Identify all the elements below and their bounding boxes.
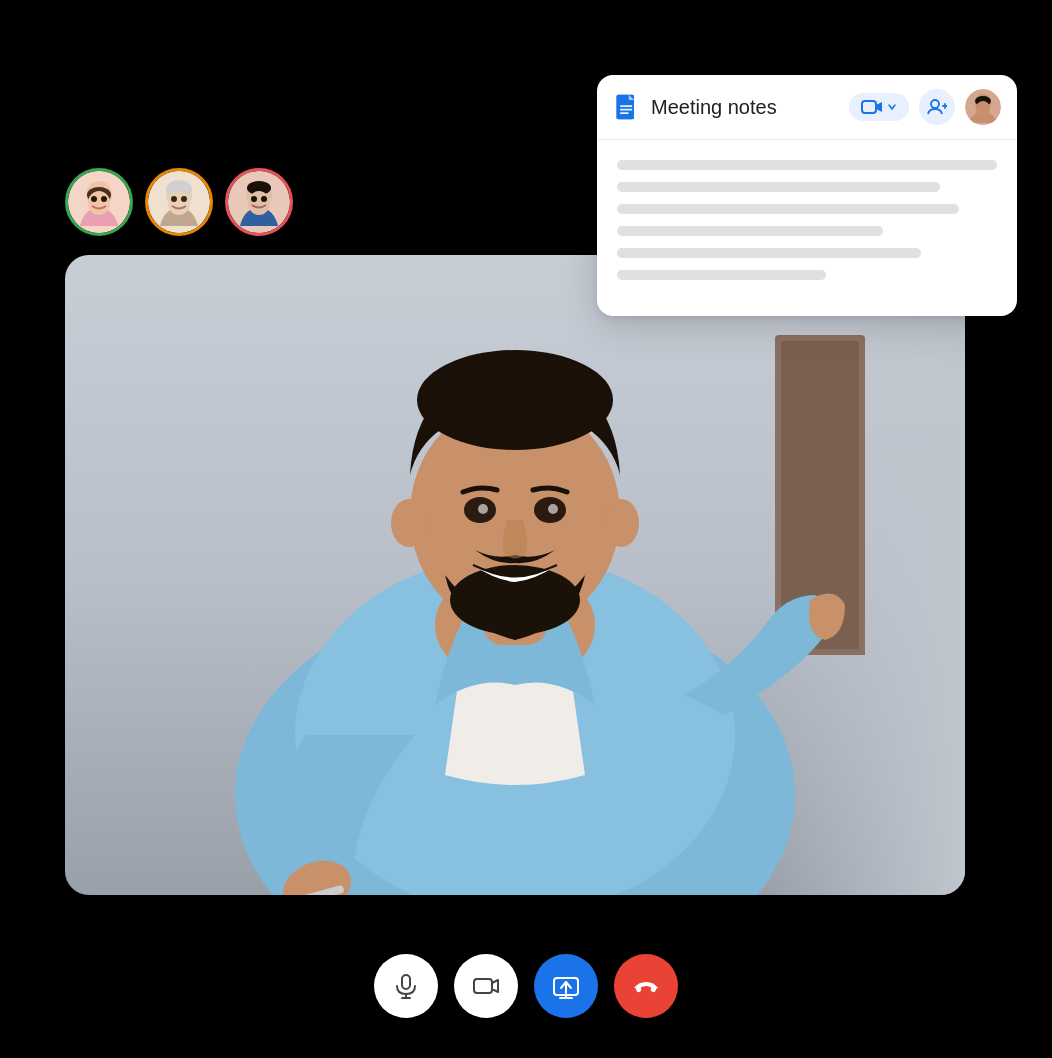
- svg-point-12: [548, 504, 558, 514]
- notes-content: [597, 140, 1017, 316]
- text-line-2: [617, 182, 940, 192]
- meet-video-button[interactable]: [849, 93, 909, 121]
- svg-point-45: [976, 101, 990, 117]
- text-line-6: [617, 270, 826, 280]
- microphone-button[interactable]: [374, 954, 438, 1018]
- person1-face-icon: [68, 171, 130, 233]
- participant-avatar-1[interactable]: [65, 168, 133, 236]
- participant-avatar-2[interactable]: [145, 168, 213, 236]
- svg-point-26: [181, 196, 187, 202]
- svg-point-24: [168, 191, 190, 215]
- svg-rect-49: [474, 979, 492, 993]
- avatar-image-2: [148, 171, 210, 233]
- share-screen-icon: [552, 972, 580, 1000]
- camera-button[interactable]: [454, 954, 518, 1018]
- svg-point-14: [603, 499, 639, 547]
- svg-point-39: [931, 100, 939, 108]
- notes-title: Meeting notes: [651, 96, 839, 119]
- svg-point-31: [251, 196, 257, 202]
- end-call-icon: [632, 972, 660, 1000]
- video-container: [65, 255, 965, 895]
- text-line-3: [617, 204, 959, 214]
- svg-rect-36: [620, 109, 632, 111]
- avatar-image-3: [228, 171, 290, 233]
- controls-bar: [374, 954, 678, 1018]
- user-avatar[interactable]: [965, 89, 1001, 125]
- person-add-icon: [927, 97, 947, 117]
- person3-face-icon: [228, 171, 290, 233]
- participants-row: [65, 168, 293, 236]
- add-person-button[interactable]: [919, 89, 955, 125]
- participant-avatar-3[interactable]: [225, 168, 293, 236]
- chevron-down-icon: [887, 102, 897, 112]
- current-user-avatar: [965, 89, 1001, 125]
- share-screen-button[interactable]: [534, 954, 598, 1018]
- text-line-5: [617, 248, 921, 258]
- svg-point-7: [417, 350, 613, 450]
- person-figure: [165, 255, 865, 895]
- video-feed: [65, 255, 965, 895]
- svg-rect-35: [620, 105, 632, 107]
- svg-point-20: [101, 196, 107, 202]
- svg-point-30: [248, 191, 270, 215]
- camera-icon: [472, 972, 500, 1000]
- person2-face-icon: [148, 171, 210, 233]
- svg-point-19: [91, 196, 97, 202]
- svg-rect-46: [402, 975, 410, 989]
- text-line-1: [617, 160, 997, 170]
- hangup-button[interactable]: [614, 954, 678, 1018]
- mic-icon: [392, 972, 420, 1000]
- text-line-4: [617, 226, 883, 236]
- notes-header: Meeting notes: [597, 75, 1017, 140]
- svg-rect-38: [862, 101, 876, 113]
- video-camera-icon: [861, 99, 883, 115]
- google-docs-icon: [613, 93, 641, 121]
- meeting-notes-panel: Meeting notes: [597, 75, 1017, 316]
- svg-point-18: [88, 191, 110, 215]
- svg-point-11: [478, 504, 488, 514]
- scene: Meeting notes: [0, 0, 1052, 1058]
- svg-rect-37: [620, 112, 629, 114]
- svg-point-32: [261, 196, 267, 202]
- svg-point-13: [391, 499, 427, 547]
- svg-point-25: [171, 196, 177, 202]
- avatar-image-1: [68, 171, 130, 233]
